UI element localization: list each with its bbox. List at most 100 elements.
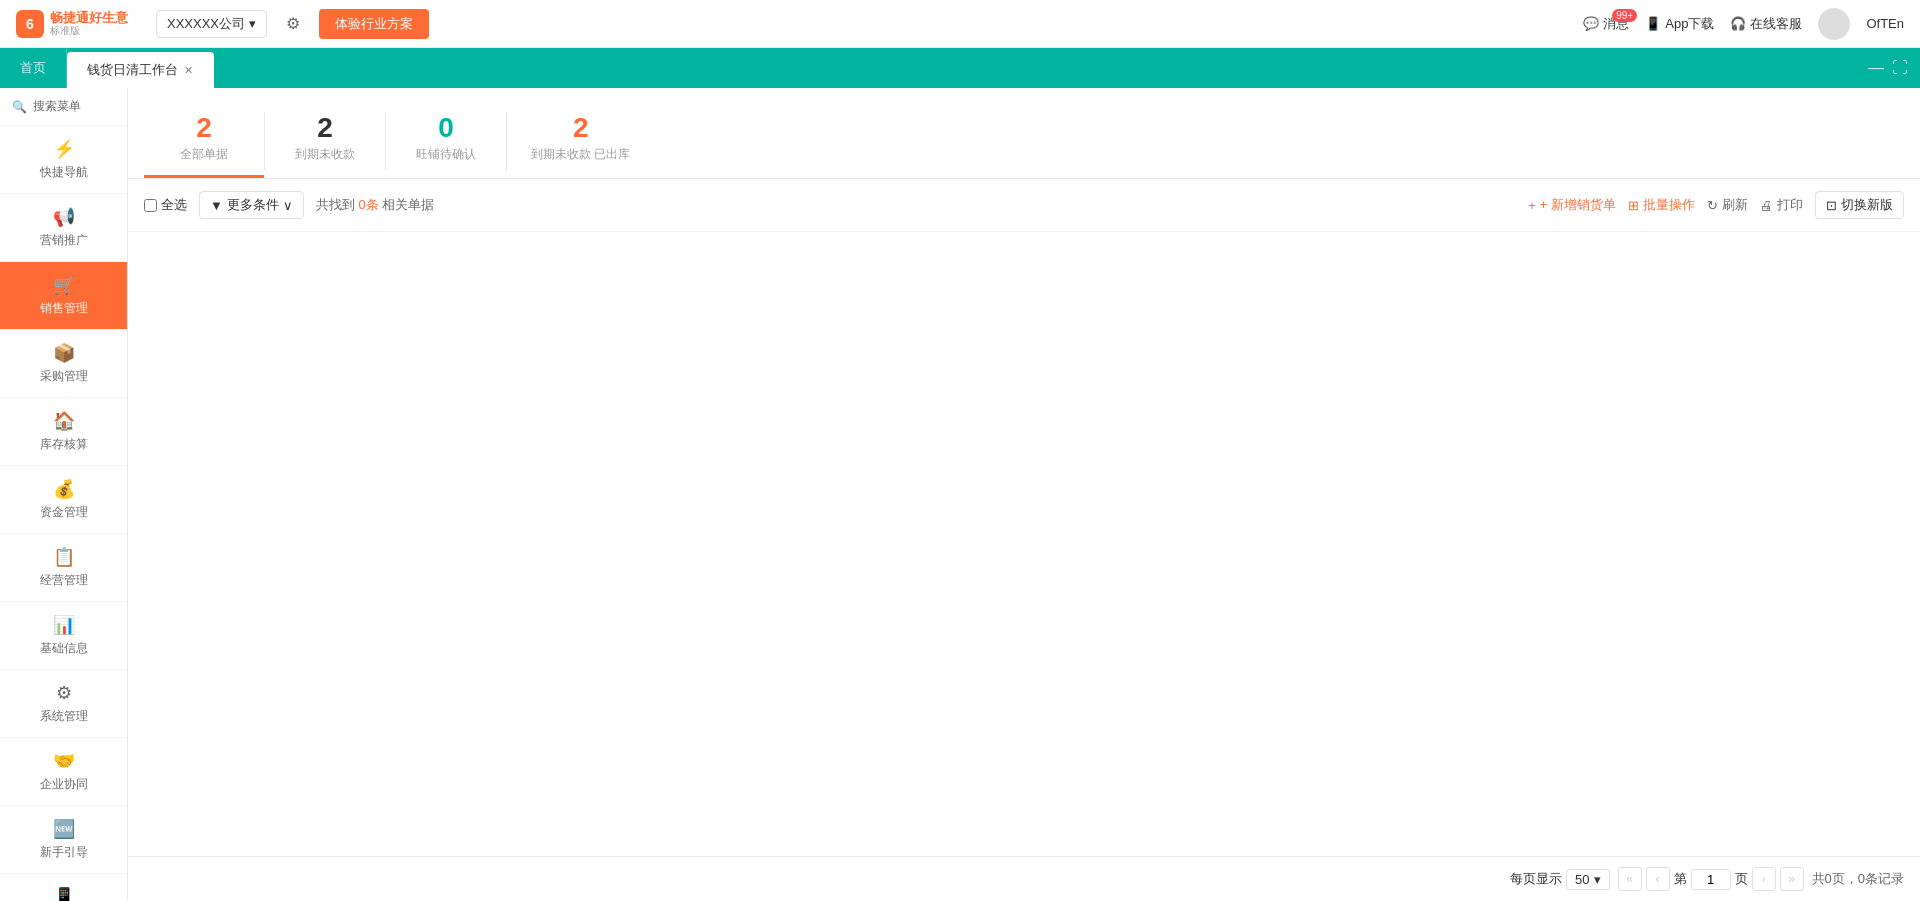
sidebar-item-operations[interactable]: 📋 经营管理 (0, 534, 127, 602)
app-icon: 📱 (1645, 16, 1661, 31)
sidebar-item-label: 营销推广 (40, 232, 88, 249)
sidebar-item-marketing[interactable]: 📢 营销推广 (0, 194, 127, 262)
finance-icon: 💰 (53, 478, 75, 500)
header: 6 畅捷通好生意 标准版 XXXXXX公司 ▾ ⚙ 体验行业方案 💬 消息 99… (0, 0, 1920, 48)
sidebar-item-inventory[interactable]: 🏠 库存核算 (0, 398, 127, 466)
app-download-button[interactable]: 📱 App下载 (1645, 15, 1714, 33)
logo-title: 畅捷通好生意 (50, 10, 128, 26)
select-all-checkbox[interactable]: 全选 (144, 196, 187, 214)
batch-button[interactable]: ⊞ 批量操作 (1628, 196, 1695, 214)
inventory-icon: 🏠 (53, 410, 75, 432)
sidebar-item-guide[interactable]: 🆕 新手引导 (0, 806, 127, 874)
refresh-button[interactable]: ↻ 刷新 (1707, 196, 1748, 214)
close-tab-icon[interactable]: ✕ (184, 64, 193, 77)
pagination: 每页显示 50 ▾ « ‹ 第 页 › » 共0页，0条记录 (128, 856, 1920, 901)
page-input[interactable] (1691, 869, 1731, 890)
chevron-down-icon: ▾ (249, 16, 256, 31)
sidebar-item-purchase[interactable]: 📦 采购管理 (0, 330, 127, 398)
sidebar-item-label: 库存核算 (40, 436, 88, 453)
refresh-icon: ↻ (1707, 198, 1718, 213)
tab-home-label: 首页 (20, 59, 46, 77)
found-suffix: 相关单据 (382, 197, 434, 212)
page-nav: « ‹ 第 页 › » (1618, 867, 1804, 891)
search-label: 搜索菜单 (33, 98, 81, 115)
sidebar-item-label: 采购管理 (40, 368, 88, 385)
online-service-label: 在线客服 (1750, 15, 1802, 33)
found-text: 共找到 0条 相关单据 (316, 196, 434, 214)
purchase-icon: 📦 (53, 342, 75, 364)
tab-expand-icon[interactable]: ⛶ (1892, 59, 1908, 77)
stat-num-overdue: 2 (317, 112, 333, 144)
enterprise-icon: 🤝 (53, 750, 75, 772)
page-label: 第 (1674, 870, 1687, 888)
batch-label: 批量操作 (1643, 196, 1695, 214)
add-order-button[interactable]: + + 新增销货单 (1528, 196, 1616, 214)
stats-tabs: 2 全部单据 2 到期未收款 0 旺铺待确认 2 到期未收款 已出库 (128, 88, 1920, 179)
tab-daily-work[interactable]: 钱货日清工作台 ✕ (67, 52, 214, 88)
switch-icon: ⊡ (1826, 198, 1837, 213)
company-selector[interactable]: XXXXXX公司 ▾ (156, 10, 267, 38)
sidebar-item-basic-info[interactable]: 📊 基础信息 (0, 602, 127, 670)
sidebar-search[interactable]: 🔍 搜索菜单 (0, 88, 127, 126)
sidebar-item-label: 销售管理 (40, 300, 88, 317)
print-label: 打印 (1777, 196, 1803, 214)
refresh-label: 刷新 (1722, 196, 1748, 214)
stat-label-pending: 旺铺待确认 (416, 146, 476, 163)
tab-daily-work-label: 钱货日清工作台 (87, 61, 178, 79)
page-size-select: 每页显示 50 ▾ (1510, 869, 1609, 890)
stat-tab-all[interactable]: 2 全部单据 (144, 104, 264, 178)
sidebar-item-app-center[interactable]: 📱 应用中心 (0, 874, 127, 901)
select-all-label: 全选 (161, 196, 187, 214)
stat-label-overdue-out: 到期未收款 已出库 (531, 146, 630, 163)
stat-num-pending: 0 (438, 112, 454, 144)
stat-tab-overdue[interactable]: 2 到期未收款 (265, 104, 385, 178)
avatar[interactable] (1818, 8, 1850, 40)
filter-button[interactable]: ▼ 更多条件 ∨ (199, 191, 304, 219)
stat-tab-overdue-out[interactable]: 2 到期未收款 已出库 (507, 104, 654, 178)
empty-state (128, 232, 1920, 856)
message-button[interactable]: 💬 消息 99+ (1583, 15, 1629, 33)
tabbar: 首页 钱货日清工作台 ✕ — ⛶ (0, 48, 1920, 88)
total-info: 共0页，0条记录 (1812, 870, 1904, 888)
last-page-button[interactable]: » (1780, 867, 1804, 891)
stat-tab-pending[interactable]: 0 旺铺待确认 (386, 104, 506, 178)
settings-icon[interactable]: ⚙ (279, 10, 307, 38)
switch-version-button[interactable]: ⊡ 切换新版 (1815, 191, 1904, 219)
next-page-button[interactable]: › (1752, 867, 1776, 891)
company-name: XXXXXX公司 (167, 15, 245, 33)
tab-home[interactable]: 首页 (0, 48, 67, 88)
sidebar-item-label: 资金管理 (40, 504, 88, 521)
prev-page-button[interactable]: ‹ (1646, 867, 1670, 891)
toolbar-right: + + 新增销货单 ⊞ 批量操作 ↻ 刷新 🖨 打印 (1528, 191, 1904, 219)
stat-num-all: 2 (196, 112, 212, 144)
toolbar: 全选 ▼ 更多条件 ∨ 共找到 0条 相关单据 + + 新增销货单 (128, 179, 1920, 232)
sidebar-item-enterprise[interactable]: 🤝 企业协同 (0, 738, 127, 806)
sidebar-item-quick-nav[interactable]: ⚡ 快捷导航 (0, 126, 127, 194)
sidebar-item-finance[interactable]: 💰 资金管理 (0, 466, 127, 534)
message-badge: 99+ (1612, 9, 1637, 22)
guide-icon: 🆕 (53, 818, 75, 840)
filter-icon: ▼ (210, 198, 223, 213)
print-button[interactable]: 🖨 打印 (1760, 196, 1803, 214)
first-page-button[interactable]: « (1618, 867, 1642, 891)
main-content: 2 全部单据 2 到期未收款 0 旺铺待确认 2 到期未收款 已出库 (128, 88, 1920, 901)
trial-button[interactable]: 体验行业方案 (319, 9, 429, 39)
stat-num-overdue-out: 2 (573, 112, 589, 144)
tab-minimize-icon[interactable]: — (1868, 59, 1884, 77)
sidebar-item-system[interactable]: ⚙ 系统管理 (0, 670, 127, 738)
page-size-value-text: 50 (1575, 872, 1589, 887)
page-size-dropdown[interactable]: 50 ▾ (1566, 869, 1609, 890)
page-size-chevron-icon: ▾ (1594, 872, 1601, 887)
sidebar-item-label: 系统管理 (40, 708, 88, 725)
found-count: 0条 (359, 197, 379, 212)
tabbar-actions: — ⛶ (1868, 59, 1920, 77)
basic-info-icon: 📊 (53, 614, 75, 636)
online-service-button[interactable]: 🎧 在线客服 (1730, 15, 1802, 33)
user-name: OfTEn (1866, 16, 1904, 31)
select-all-input[interactable] (144, 199, 157, 212)
logo-area: 6 畅捷通好生意 标准版 (16, 10, 144, 38)
table-area (128, 232, 1920, 856)
sidebar-item-sales[interactable]: 🛒 销售管理 (0, 262, 127, 330)
quick-nav-icon: ⚡ (53, 138, 75, 160)
search-icon: 🔍 (12, 100, 27, 114)
